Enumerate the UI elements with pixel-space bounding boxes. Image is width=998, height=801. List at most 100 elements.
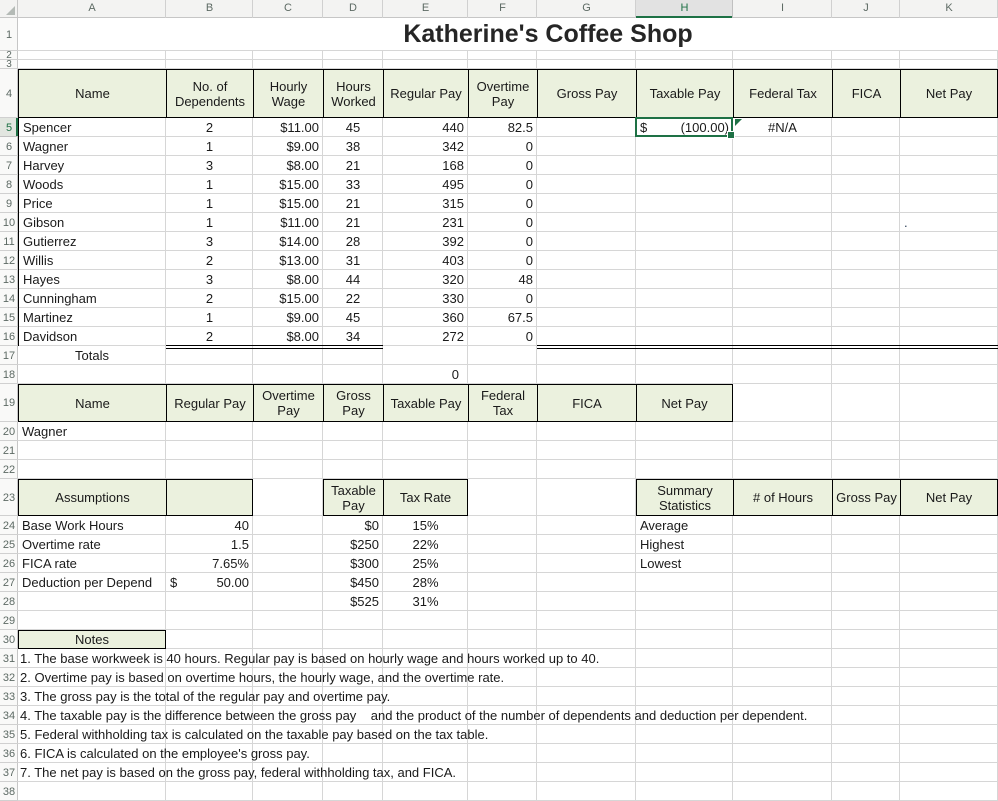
cell-hourly-wage[interactable]: $11.00 (253, 213, 323, 232)
cell-dependents[interactable]: 2 (166, 118, 253, 137)
cell-employee-name[interactable]: Harvey (18, 156, 166, 175)
cell-overtime-pay[interactable]: 0 (468, 232, 537, 251)
cell-dependents[interactable]: 1 (166, 213, 253, 232)
row-header-18[interactable]: 18 (0, 365, 18, 384)
cell-net-pay[interactable] (900, 308, 998, 327)
column-header-b[interactable]: B (166, 0, 253, 18)
cell-federal-tax[interactable] (733, 137, 832, 156)
cell-gross-pay[interactable] (537, 175, 636, 194)
cell-regular-pay[interactable]: 168 (383, 156, 468, 175)
cell-federal-tax[interactable] (733, 308, 832, 327)
cell-regular-pay[interactable]: 360 (383, 308, 468, 327)
payroll-header-gross-pay[interactable]: Gross Pay (537, 69, 636, 118)
note-line[interactable]: 4. The taxable pay is the difference bet… (18, 706, 998, 725)
cell-hours-worked[interactable]: 28 (323, 232, 383, 251)
cell-federal-tax[interactable] (733, 270, 832, 289)
cell-overtime-pay[interactable]: 0 (468, 175, 537, 194)
cell-dependents[interactable]: 1 (166, 175, 253, 194)
cell-federal-tax[interactable] (733, 156, 832, 175)
cell-k10-stray[interactable]: . (902, 213, 998, 232)
cell-hours-worked[interactable]: 31 (323, 251, 383, 270)
row-header-14[interactable]: 14 (0, 289, 18, 308)
cell-hours-worked[interactable]: 45 (323, 308, 383, 327)
fill-handle[interactable] (727, 131, 735, 139)
row-header-29[interactable]: 29 (0, 611, 18, 630)
row-header-15[interactable]: 15 (0, 308, 18, 327)
detail-header-net-pay[interactable]: Net Pay (636, 384, 733, 422)
cell-assumption-label[interactable]: Base Work Hours (18, 516, 166, 535)
cell-hourly-wage[interactable]: $9.00 (253, 308, 323, 327)
cell-regular-pay[interactable]: 495 (383, 175, 468, 194)
column-header-f[interactable]: F (468, 0, 537, 18)
cell-fica[interactable] (832, 270, 900, 289)
row-header-7[interactable]: 7 (0, 156, 18, 175)
cell-tax-bracket[interactable]: $450 (323, 573, 383, 592)
row-header-12[interactable]: 12 (0, 251, 18, 270)
cell-employee-name[interactable]: Gibson (18, 213, 166, 232)
payroll-header-regular-pay[interactable]: Regular Pay (383, 69, 468, 118)
row-header-8[interactable]: 8 (0, 175, 18, 194)
cell-fica[interactable] (832, 137, 900, 156)
row-header-32[interactable]: 32 (0, 668, 18, 687)
cell-hours-worked[interactable]: 21 (323, 213, 383, 232)
cell-regular-pay[interactable]: 330 (383, 289, 468, 308)
cell-taxable-pay[interactable] (636, 327, 733, 346)
cell-gross-pay[interactable] (537, 232, 636, 251)
cell-tax-bracket[interactable]: $250 (323, 535, 383, 554)
cell-dependents[interactable]: 2 (166, 327, 253, 346)
cell-detail-employee-name[interactable]: Wagner (18, 422, 166, 441)
cell-hourly-wage[interactable]: $8.00 (253, 327, 323, 346)
row-header-10[interactable]: 10 (0, 213, 18, 232)
cell-fica[interactable] (832, 194, 900, 213)
payroll-header-net-pay[interactable]: Net Pay (900, 69, 998, 118)
row-header-35[interactable]: 35 (0, 725, 18, 744)
row-header-31[interactable]: 31 (0, 649, 18, 668)
cell-summary-label[interactable]: Highest (636, 535, 733, 554)
row-header-17[interactable]: 17 (0, 346, 18, 365)
cell-federal-tax[interactable] (733, 175, 832, 194)
cell-fica[interactable] (832, 175, 900, 194)
detail-header-fica[interactable]: FICA (537, 384, 636, 422)
summary-header-hours[interactable]: # of Hours (733, 479, 832, 516)
row-header-9[interactable]: 9 (0, 194, 18, 213)
column-header-c[interactable]: C (253, 0, 323, 18)
cell-employee-name[interactable]: Willis (18, 251, 166, 270)
row-header-21[interactable]: 21 (0, 441, 18, 460)
row-header-38[interactable]: 38 (0, 782, 18, 801)
row-header-33[interactable]: 33 (0, 687, 18, 706)
row-header-19[interactable]: 19 (0, 384, 18, 422)
cell-employee-name[interactable]: Woods (18, 175, 166, 194)
cell-fica[interactable] (832, 327, 900, 346)
cell-tax-bracket[interactable]: $0 (323, 516, 383, 535)
cell-gross-pay[interactable] (537, 118, 636, 137)
cell-assumption-value[interactable]: $50.00 (166, 573, 253, 592)
cell-employee-name[interactable]: Hayes (18, 270, 166, 289)
detail-header-overtime-pay[interactable]: Overtime Pay (253, 384, 323, 422)
cell-net-pay[interactable] (900, 118, 998, 137)
detail-header-regular-pay[interactable]: Regular Pay (166, 384, 253, 422)
note-line[interactable]: 2. Overtime pay is based on overtime hou… (18, 668, 998, 687)
cell-tax-bracket[interactable]: $300 (323, 554, 383, 573)
cell-net-pay[interactable] (900, 137, 998, 156)
cell-tax-rate[interactable]: 28% (383, 573, 468, 592)
cell-taxable-pay[interactable] (636, 137, 733, 156)
cell-summary-label[interactable]: Average (636, 516, 733, 535)
payroll-header-federal-tax[interactable]: Federal Tax (733, 69, 832, 118)
cell-overtime-pay[interactable]: 0 (468, 251, 537, 270)
cell-federal-tax[interactable] (733, 194, 832, 213)
cell-gross-pay[interactable] (537, 251, 636, 270)
row-header-3[interactable]: 3 (0, 59, 18, 70)
cell-net-pay[interactable] (900, 175, 998, 194)
note-line[interactable]: 7. The net pay is based on the gross pay… (18, 763, 998, 782)
row-header-4[interactable]: 4 (0, 69, 18, 118)
cell-overtime-pay[interactable]: 0 (468, 156, 537, 175)
cell-hours-worked[interactable]: 21 (323, 156, 383, 175)
cell-overtime-pay[interactable]: 0 (468, 194, 537, 213)
cell-net-pay[interactable] (900, 156, 998, 175)
cell-hourly-wage[interactable]: $14.00 (253, 232, 323, 251)
cell-regular-pay[interactable]: 403 (383, 251, 468, 270)
tax-header-taxable-pay[interactable]: Taxable Pay (323, 479, 383, 516)
detail-header-gross-pay[interactable]: Gross Pay (323, 384, 383, 422)
cell-tax-rate[interactable]: 22% (383, 535, 468, 554)
cell-taxable-pay[interactable] (636, 251, 733, 270)
